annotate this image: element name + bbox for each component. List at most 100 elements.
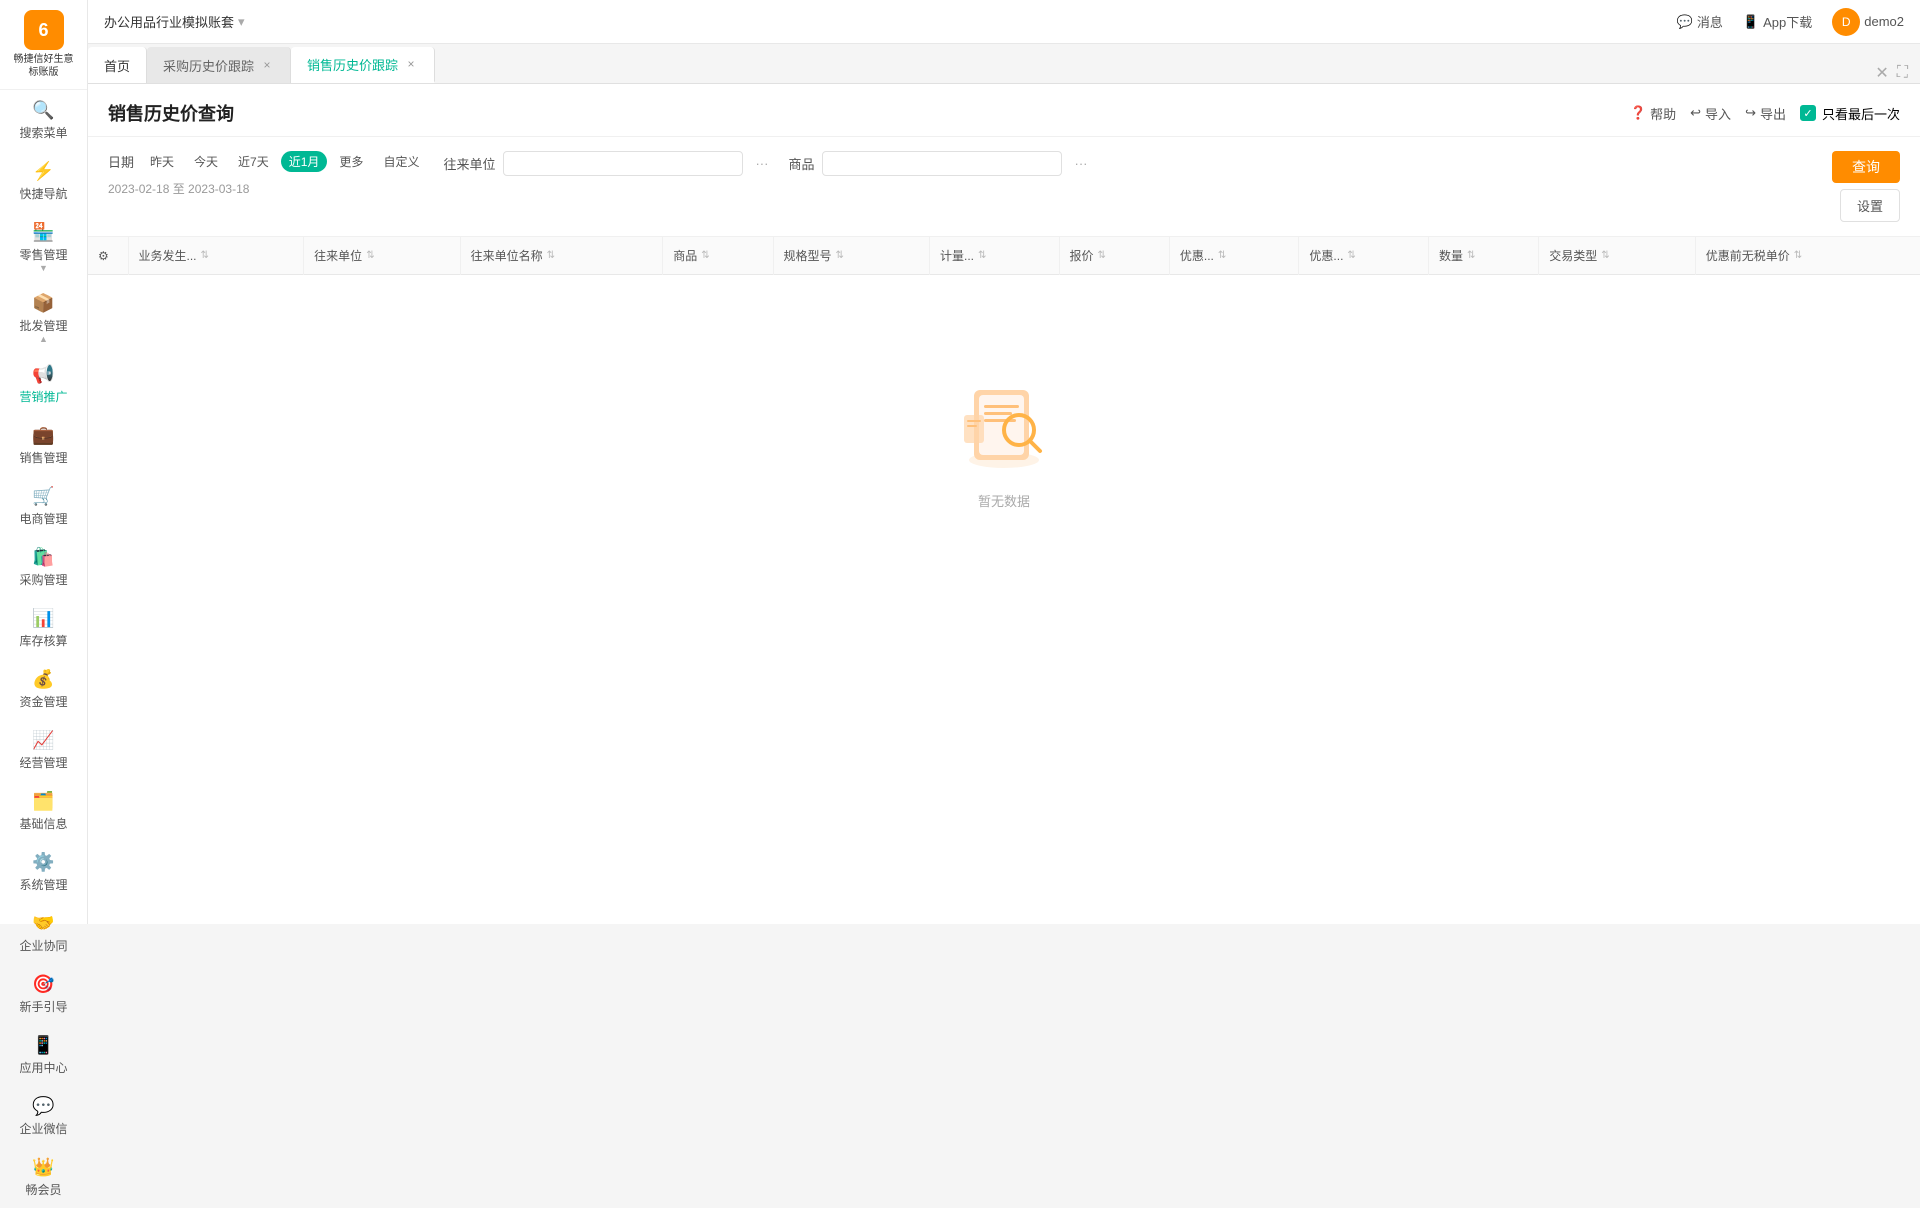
th-unit[interactable]: 计量... ⇅: [929, 237, 1059, 275]
sort-icon-tax-price: ⇅: [1794, 250, 1802, 261]
chip-1month[interactable]: 近1月: [281, 151, 328, 172]
th-quantity[interactable]: 数量 ⇅: [1428, 237, 1538, 275]
app-download-button[interactable]: 📱 App下载: [1743, 12, 1812, 31]
topbar-left: 办公用品行业模拟账套 ▾: [104, 12, 245, 31]
goods-input[interactable]: [822, 151, 1062, 176]
account-selector[interactable]: 办公用品行业模拟账套 ▾: [104, 12, 245, 31]
partner-ellipsis-button[interactable]: ···: [751, 156, 772, 171]
chip-more[interactable]: 更多: [331, 151, 371, 172]
date-chips: 昨天 今天 近7天 近1月 更多 自定义: [142, 151, 427, 172]
sidebar-item-purchase[interactable]: 🛍️ 采购管理: [0, 537, 87, 598]
partner-label: 往来单位: [443, 154, 495, 173]
dropdown-icon: ▾: [238, 14, 245, 30]
sidebar-item-enterprise[interactable]: 🤝 企业协同: [0, 903, 87, 964]
th-partner-code-label: 往来单位: [314, 247, 362, 264]
user-profile[interactable]: D demo2: [1832, 8, 1904, 36]
tab-home[interactable]: 首页: [88, 47, 147, 83]
system-icon: ⚙️: [32, 852, 54, 873]
th-trade-type-label: 交易类型: [1549, 247, 1597, 264]
th-spec[interactable]: 规格型号 ⇅: [773, 237, 929, 275]
close-window-icon[interactable]: ✕: [1875, 63, 1888, 83]
import-button[interactable]: ↩ 导入: [1690, 104, 1731, 123]
table-wrapper: ⚙ 业务发生... ⇅ 往来单位 ⇅: [88, 237, 1920, 610]
th-discount2[interactable]: 优惠... ⇅: [1299, 237, 1429, 275]
filter-bar: 日期 昨天 今天 近7天 近1月 更多 自定义 2023-02-18 至 202…: [88, 137, 1920, 237]
close-purchase-tab-button[interactable]: ×: [260, 58, 274, 72]
sidebar-item-quicknav[interactable]: ⚡ 快捷导航: [0, 151, 87, 212]
date-filter-label: 日期: [108, 152, 134, 171]
th-partner-name[interactable]: 往来单位名称 ⇅: [460, 237, 663, 275]
th-partner-code[interactable]: 往来单位 ⇅: [304, 237, 460, 275]
th-biz-date[interactable]: 业务发生... ⇅: [128, 237, 304, 275]
sidebar-item-inventory[interactable]: 📊 库存核算: [0, 598, 87, 659]
inventory-icon: 📊: [32, 608, 54, 629]
sidebar-item-member[interactable]: 👑 畅会员: [0, 1147, 87, 1208]
sidebar-item-wholesale[interactable]: 📦 批发管理 ▲: [0, 283, 87, 354]
settings-button[interactable]: 设置: [1840, 189, 1900, 222]
sort-icon-trade-type: ⇅: [1601, 250, 1609, 261]
sort-icon-spec: ⇅: [836, 250, 844, 261]
sidebar-label-enterprise: 企业协同: [19, 937, 67, 954]
th-discount2-label: 优惠...: [1309, 247, 1343, 264]
sidebar-label-purchase: 采购管理: [19, 571, 67, 588]
sidebar-item-search[interactable]: 🔍 搜索菜单: [0, 90, 87, 151]
ecommerce-icon: 🛒: [32, 486, 54, 507]
sort-icon-goods: ⇅: [701, 250, 709, 261]
data-table: ⚙ 业务发生... ⇅ 往来单位 ⇅: [88, 237, 1920, 275]
help-button[interactable]: ❓ 帮助: [1630, 104, 1676, 123]
close-sales-tab-button[interactable]: ×: [404, 57, 418, 71]
sidebar-item-retail[interactable]: 🏪 零售管理 ▼: [0, 212, 87, 283]
chip-yesterday[interactable]: 昨天: [142, 151, 182, 172]
sidebar-item-marketing[interactable]: 📢 营销推广: [0, 354, 87, 415]
wholesale-icon: 📦: [32, 293, 54, 314]
sort-icon-partner-code: ⇅: [366, 250, 374, 261]
empty-text: 暂无数据: [978, 491, 1030, 510]
th-trade-type[interactable]: 交易类型 ⇅: [1539, 237, 1695, 275]
sidebar-item-system[interactable]: ⚙️ 系统管理: [0, 842, 87, 903]
logo-area: 6 畅捷信好生意标账版: [0, 0, 87, 90]
tab-sales-history[interactable]: 销售历史价跟踪 ×: [291, 47, 435, 83]
chip-today[interactable]: 今天: [186, 151, 226, 172]
table-header-row: ⚙ 业务发生... ⇅ 往来单位 ⇅: [88, 237, 1920, 275]
sidebar-item-newbie[interactable]: 🎯 新手引导: [0, 964, 87, 1025]
sidebar-item-sales[interactable]: 💼 销售管理: [0, 415, 87, 476]
sidebar-item-basic[interactable]: 🗂️ 基础信息: [0, 781, 87, 842]
th-price-label: 报价: [1070, 247, 1094, 264]
sidebar-item-finance[interactable]: 💰 资金管理: [0, 659, 87, 720]
gear-icon: ⚙: [98, 249, 109, 263]
chip-custom[interactable]: 自定义: [375, 151, 427, 172]
th-price[interactable]: 报价 ⇅: [1059, 237, 1169, 275]
retail-icon: 🏪: [32, 222, 54, 243]
sidebar-label-marketing: 营销推广: [19, 388, 67, 405]
th-discount1[interactable]: 优惠... ⇅: [1169, 237, 1299, 275]
topbar-right: 💬 消息 📱 App下载 D demo2: [1677, 8, 1904, 36]
sidebar-label-quicknav: 快捷导航: [19, 185, 67, 202]
tab-purchase-history[interactable]: 采购历史价跟踪 ×: [147, 47, 291, 83]
tab-purchase-label: 采购历史价跟踪: [163, 56, 254, 75]
sidebar-item-operation[interactable]: 📈 经营管理: [0, 720, 87, 781]
goods-ellipsis-button[interactable]: ···: [1070, 156, 1091, 171]
sidebar-label-wholesale: 批发管理: [19, 317, 67, 334]
sort-icon-quantity: ⇅: [1467, 250, 1475, 261]
export-button[interactable]: ↪ 导出: [1745, 104, 1786, 123]
message-button[interactable]: 💬 消息: [1677, 12, 1723, 31]
page-title: 销售历史价查询: [108, 100, 234, 126]
only-last-checkbox[interactable]: [1800, 105, 1816, 121]
sidebar-item-wechat[interactable]: 💬 企业微信: [0, 1086, 87, 1147]
query-button[interactable]: 查询: [1832, 151, 1900, 183]
th-gear[interactable]: ⚙: [88, 237, 128, 275]
sidebar-item-apps[interactable]: 📱 应用中心: [0, 1025, 87, 1086]
search-icon: 🔍: [32, 100, 54, 121]
th-goods[interactable]: 商品 ⇅: [663, 237, 773, 275]
maximize-icon[interactable]: ⛶: [1897, 64, 1908, 82]
th-tax-price[interactable]: 优惠前无税单价 ⇅: [1695, 237, 1920, 275]
th-unit-label: 计量...: [940, 247, 974, 264]
wholesale-arrow-icon: ▲: [39, 334, 48, 344]
sort-icon-unit: ⇅: [978, 250, 986, 261]
chip-7days[interactable]: 近7天: [230, 151, 277, 172]
app-download-label: App下载: [1763, 12, 1812, 31]
page-header: 销售历史价查询 ❓ 帮助 ↩ 导入 ↪ 导出 只看最后一次: [88, 84, 1920, 137]
member-icon: 👑: [32, 1157, 54, 1178]
sidebar-item-ecommerce[interactable]: 🛒 电商管理: [0, 476, 87, 537]
partner-input[interactable]: [503, 151, 743, 176]
